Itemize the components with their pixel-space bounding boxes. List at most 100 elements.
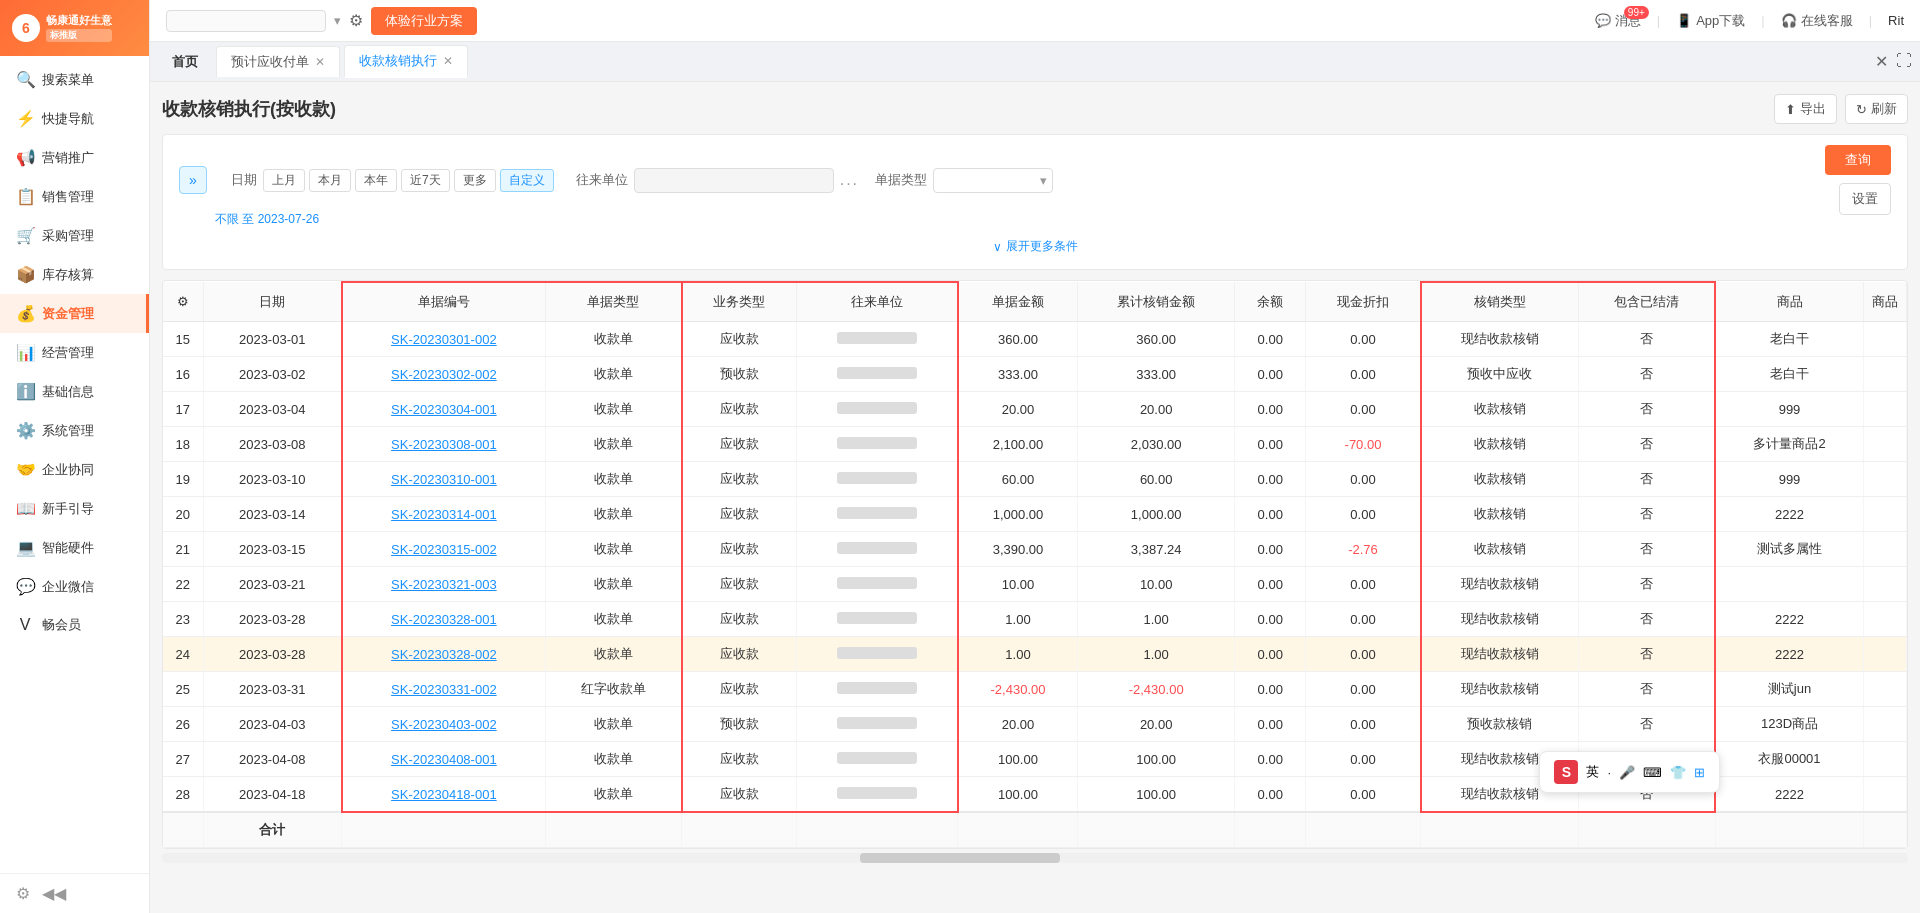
- app-download-link[interactable]: 📱 App下载: [1676, 12, 1745, 30]
- cell-biztype: 预收款: [682, 707, 797, 742]
- sidebar-item-14[interactable]: V 畅会员: [0, 606, 149, 644]
- wm-keyboard-icon[interactable]: ⌨: [1643, 765, 1662, 780]
- cell-docno-link[interactable]: SK-20230301-002: [391, 332, 497, 347]
- cell-docno[interactable]: SK-20230301-002: [342, 322, 545, 357]
- tab-home[interactable]: 首页: [158, 47, 212, 77]
- filter-setting-button[interactable]: 设置: [1839, 183, 1891, 215]
- cell-docno-link[interactable]: SK-20230310-001: [391, 472, 497, 487]
- cell-docno[interactable]: SK-20230331-002: [342, 672, 545, 707]
- sidebar-item-3[interactable]: 📋 销售管理: [0, 177, 149, 216]
- filter-collapse-button[interactable]: »: [179, 166, 207, 194]
- cell-docno-link[interactable]: SK-20230331-002: [391, 682, 497, 697]
- sidebar-item-4[interactable]: 🛒 采购管理: [0, 216, 149, 255]
- query-button[interactable]: 查询: [1825, 145, 1891, 175]
- cell-docno[interactable]: SK-20230418-001: [342, 777, 545, 813]
- topbar-dropdown-icon[interactable]: ▾: [334, 13, 341, 28]
- col-settings[interactable]: ⚙: [163, 282, 203, 322]
- cell-goods2: [1864, 707, 1907, 742]
- cell-docno[interactable]: SK-20230314-001: [342, 497, 545, 532]
- cell-docno-link[interactable]: SK-20230314-001: [391, 507, 497, 522]
- cell-docno-link[interactable]: SK-20230304-001: [391, 402, 497, 417]
- cell-docno[interactable]: SK-20230328-002: [342, 637, 545, 672]
- settings-icon[interactable]: ⚙: [16, 884, 30, 903]
- sidebar-item-1[interactable]: ⚡ 快捷导航: [0, 99, 149, 138]
- sidebar-item-9[interactable]: ⚙️ 系统管理: [0, 411, 149, 450]
- online-service-link[interactable]: 🎧 在线客服: [1781, 12, 1853, 30]
- date-btn-more[interactable]: 更多: [454, 169, 496, 192]
- wm-mic-icon[interactable]: 🎤: [1619, 765, 1635, 780]
- date-btn-this-month[interactable]: 本月: [309, 169, 351, 192]
- doctype-select[interactable]: [933, 168, 1053, 193]
- date-btn-this-year[interactable]: 本年: [355, 169, 397, 192]
- cell-doctype: 收款单: [545, 567, 681, 602]
- tab-close-all-icon[interactable]: ✕: [1875, 52, 1888, 71]
- cell-docno[interactable]: SK-20230302-002: [342, 357, 545, 392]
- sidebar-menu: 🔍 搜索菜单⚡ 快捷导航📢 营销推广📋 销售管理🛒 采购管理📦 库存核算💰 资金…: [0, 56, 149, 873]
- date-btn-7days[interactable]: 近7天: [401, 169, 450, 192]
- cell-docno-link[interactable]: SK-20230328-001: [391, 612, 497, 627]
- sidebar-item-10[interactable]: 🤝 企业协同: [0, 450, 149, 489]
- tab-collection[interactable]: 收款核销执行 ✕: [344, 45, 468, 78]
- topbar-gear-icon[interactable]: ⚙: [349, 11, 363, 30]
- cell-goods1: 999: [1715, 392, 1863, 427]
- cell-docno-link[interactable]: SK-20230408-001: [391, 752, 497, 767]
- col-verifytype: 核销类型: [1421, 282, 1579, 322]
- cell-date: 2023-03-04: [203, 392, 342, 427]
- cell-docno-link[interactable]: SK-20230308-001: [391, 437, 497, 452]
- cell-partner: [797, 742, 958, 777]
- notice-area[interactable]: 💬 消息 99+: [1595, 12, 1641, 30]
- cell-docno-link[interactable]: SK-20230315-002: [391, 542, 497, 557]
- cell-docno[interactable]: SK-20230321-003: [342, 567, 545, 602]
- cell-docno[interactable]: SK-20230304-001: [342, 392, 545, 427]
- sidebar-item-8[interactable]: ℹ️ 基础信息: [0, 372, 149, 411]
- refresh-button[interactable]: ↻ 刷新: [1845, 94, 1908, 124]
- cell-docno[interactable]: SK-20230315-002: [342, 532, 545, 567]
- expand-conditions-button[interactable]: ∨ 展开更多条件: [985, 234, 1086, 259]
- partner-input[interactable]: [634, 168, 834, 193]
- cell-discount: 0.00: [1306, 707, 1421, 742]
- cell-docno[interactable]: SK-20230328-001: [342, 602, 545, 637]
- cell-settled: 否: [1579, 672, 1715, 707]
- cell-docno-link[interactable]: SK-20230328-002: [391, 647, 497, 662]
- sidebar-item-11[interactable]: 📖 新手引导: [0, 489, 149, 528]
- sidebar-icon-10: 🤝: [16, 460, 34, 479]
- sidebar-item-2[interactable]: 📢 营销推广: [0, 138, 149, 177]
- sidebar-icon-4: 🛒: [16, 226, 34, 245]
- cell-docno[interactable]: SK-20230308-001: [342, 427, 545, 462]
- sidebar-item-13[interactable]: 💬 企业微信: [0, 567, 149, 606]
- tab-expand-icon[interactable]: ⛶: [1896, 52, 1912, 71]
- tab-prepayment-close[interactable]: ✕: [315, 55, 325, 69]
- tab-prepayment[interactable]: 预计应收付单 ✕: [216, 46, 340, 77]
- sidebar-item-0[interactable]: 🔍 搜索菜单: [0, 60, 149, 99]
- cell-date: 2023-03-01: [203, 322, 342, 357]
- cell-goods2: [1864, 637, 1907, 672]
- cell-docno-link[interactable]: SK-20230418-001: [391, 787, 497, 802]
- sidebar-item-12[interactable]: 💻 智能硬件: [0, 528, 149, 567]
- sidebar-item-7[interactable]: 📊 经营管理: [0, 333, 149, 372]
- cell-docno[interactable]: SK-20230403-002: [342, 707, 545, 742]
- cell-doctype: 收款单: [545, 707, 681, 742]
- cell-docno[interactable]: SK-20230310-001: [342, 462, 545, 497]
- col-settings-icon[interactable]: ⚙: [177, 294, 189, 309]
- wm-grid-icon[interactable]: ⊞: [1694, 765, 1705, 780]
- sidebar-item-6[interactable]: 💰 资金管理: [0, 294, 149, 333]
- blurred-partner: [837, 612, 917, 624]
- cell-docno-link[interactable]: SK-20230321-003: [391, 577, 497, 592]
- cell-docno[interactable]: SK-20230408-001: [342, 742, 545, 777]
- cell-docno-link[interactable]: SK-20230302-002: [391, 367, 497, 382]
- table-horizontal-scrollbar[interactable]: [162, 853, 1908, 863]
- cell-goods1: 999: [1715, 462, 1863, 497]
- export-button[interactable]: ⬆ 导出: [1774, 94, 1837, 124]
- collapse-icon[interactable]: ◀◀: [42, 884, 66, 903]
- cell-docno-link[interactable]: SK-20230403-002: [391, 717, 497, 732]
- topbar-search[interactable]: [166, 10, 326, 32]
- table-scrollbar-thumb[interactable]: [860, 853, 1060, 863]
- tab-collection-close[interactable]: ✕: [443, 54, 453, 68]
- date-btn-custom[interactable]: 自定义: [500, 169, 554, 192]
- cell-doctype: 收款单: [545, 777, 681, 813]
- sidebar-item-5[interactable]: 📦 库存核算: [0, 255, 149, 294]
- wm-shirt-icon[interactable]: 👕: [1670, 765, 1686, 780]
- solution-button[interactable]: 体验行业方案: [371, 7, 477, 35]
- cell-verified: 100.00: [1078, 742, 1235, 777]
- date-btn-last-month[interactable]: 上月: [263, 169, 305, 192]
